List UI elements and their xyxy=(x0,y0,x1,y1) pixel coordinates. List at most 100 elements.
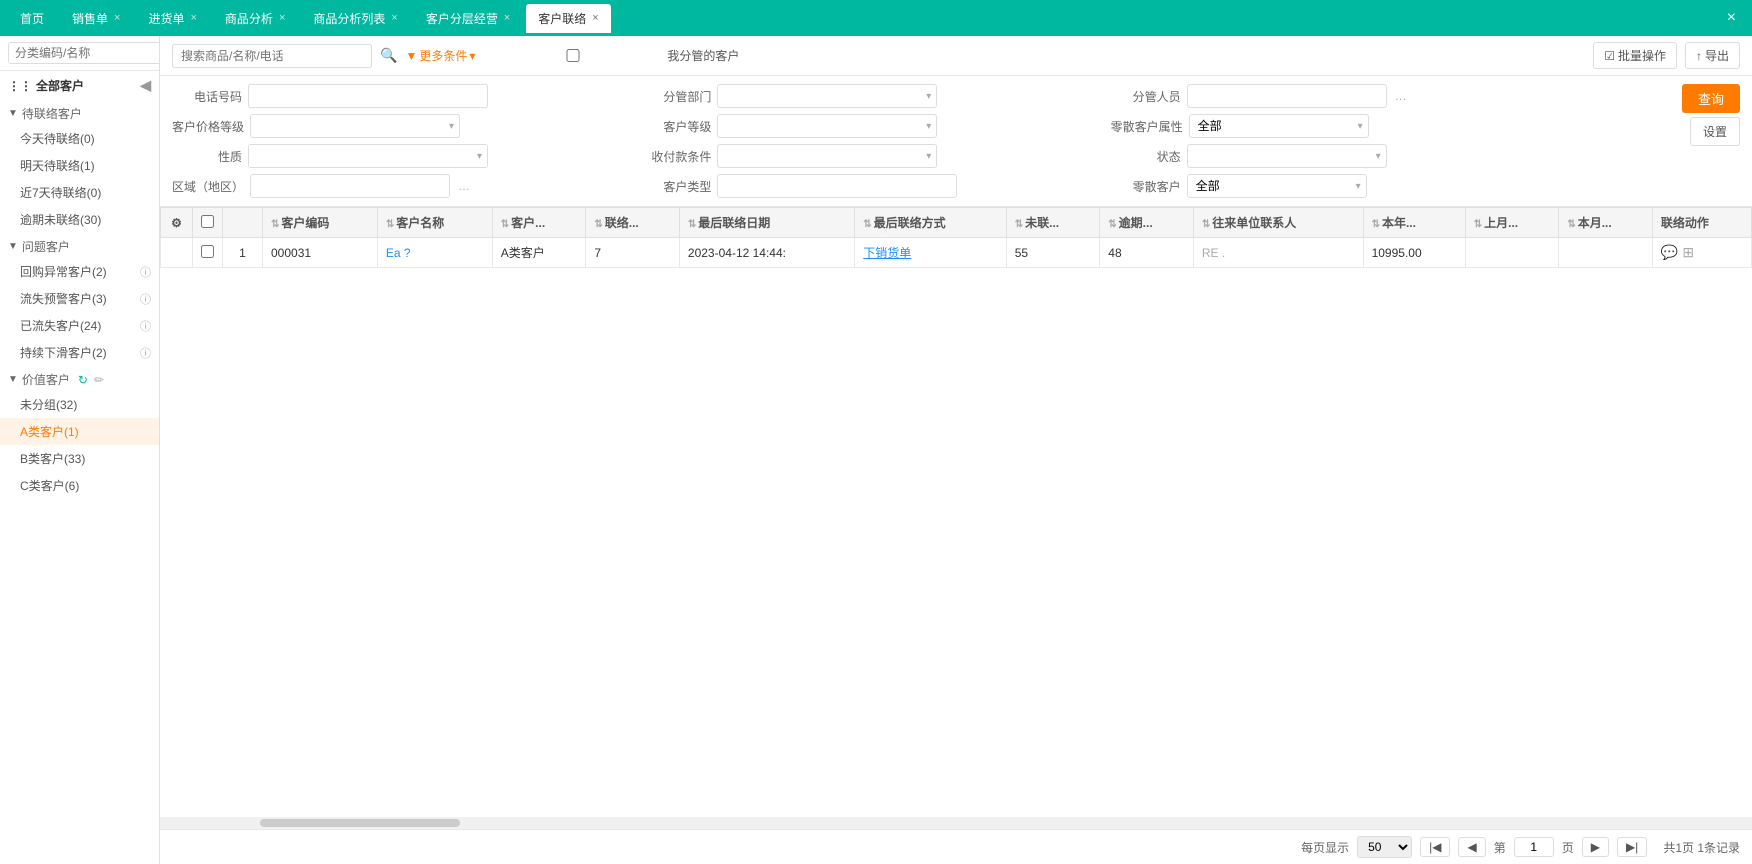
retail-customer-select[interactable]: 全部 xyxy=(1187,174,1367,198)
th-last-month[interactable]: 上月... xyxy=(1465,208,1559,238)
th-gear[interactable]: ⚙ xyxy=(161,208,193,238)
th-last-contact-date[interactable]: 最后联络日期 xyxy=(679,208,854,238)
retail-attr-select[interactable]: 全部 xyxy=(1189,114,1369,138)
sidebar-item-tomorrow[interactable]: 明天待联络(1) xyxy=(0,152,159,179)
manager-label: 分管人员 xyxy=(1111,88,1181,105)
scrollbar-thumb[interactable] xyxy=(260,819,460,827)
th-num xyxy=(223,208,263,238)
batch-op-btn[interactable]: ☑ 批量操作 xyxy=(1593,42,1677,69)
status-select[interactable] xyxy=(1187,144,1387,168)
region-input[interactable] xyxy=(250,174,450,198)
refresh-icon[interactable]: ↻ xyxy=(78,373,88,387)
phone-input[interactable] xyxy=(248,84,488,108)
region-label: 区域（地区） xyxy=(172,178,244,195)
nav-close-purchase[interactable]: × xyxy=(190,12,196,24)
nav-purchase-order[interactable]: 进货单 × xyxy=(136,4,208,33)
row-customer-name[interactable]: Ea ? xyxy=(377,238,492,268)
more-filters-btn[interactable]: ▼ 更多条件 ▾ xyxy=(405,47,475,64)
filter-icon: ▼ xyxy=(405,49,417,63)
manager-dots-icon[interactable]: … xyxy=(1395,89,1407,103)
sidebar-item-declining[interactable]: 持续下滑客户(2) ⓘ xyxy=(0,339,159,366)
edit-icon[interactable]: ✏ xyxy=(94,373,104,387)
dept-select[interactable] xyxy=(717,84,937,108)
manager-input[interactable] xyxy=(1187,84,1387,108)
th-customer-code[interactable]: 客户编码 xyxy=(263,208,378,238)
page-input[interactable] xyxy=(1514,837,1554,857)
batch-icon: ☑ xyxy=(1604,49,1615,63)
sidebar-item-abnormal[interactable]: 回购异常客户(2) ⓘ xyxy=(0,258,159,285)
th-customer-name[interactable]: 客户名称 xyxy=(377,208,492,238)
contact-method-link[interactable]: 下销货单 xyxy=(863,246,911,260)
nav-close-product-list[interactable]: × xyxy=(391,12,397,24)
settings-btn[interactable]: 设置 xyxy=(1690,117,1740,146)
nav-close-product-analysis[interactable]: × xyxy=(279,12,285,24)
my-customers-check[interactable] xyxy=(483,49,663,62)
nav-close-segment[interactable]: × xyxy=(504,12,510,24)
row-checkbox xyxy=(193,238,223,268)
query-btn[interactable]: 查询 xyxy=(1682,84,1740,113)
th-contact[interactable]: 联络... xyxy=(586,208,680,238)
group-problem-customers[interactable]: ▼ 问题客户 xyxy=(0,233,159,258)
nav-product-analysis[interactable]: 商品分析 × xyxy=(213,4,297,33)
th-overdue[interactable]: 逾期... xyxy=(1100,208,1194,238)
customer-type-input[interactable] xyxy=(717,174,957,198)
page-label: 第 xyxy=(1494,839,1506,856)
select-all-checkbox[interactable] xyxy=(201,215,214,228)
filter-search-icon[interactable]: 🔍 xyxy=(380,47,397,64)
customer-level-select[interactable] xyxy=(717,114,937,138)
my-customers-checkbox[interactable]: 我分管的客户 xyxy=(483,47,739,64)
nav-home[interactable]: 首页 xyxy=(8,4,56,33)
table-footer: 每页显示 50 100 200 |◀ ◀ 第 页 ▶ ▶| 共1页 1条记录 xyxy=(160,829,1752,864)
th-visit-contact[interactable]: 往来单位联系人 xyxy=(1193,208,1363,238)
payment-select[interactable] xyxy=(717,144,937,168)
row-last-contact-method[interactable]: 下销货单 xyxy=(855,238,1006,268)
content-area: 🔍 ▼ 更多条件 ▾ 我分管的客户 ☑ 批量操作 ↑ 导出 xyxy=(160,36,1752,864)
sidebar-item-class-a[interactable]: A类客户(1) xyxy=(0,418,159,445)
grid-action-btn[interactable]: ⊞ xyxy=(1682,244,1694,261)
th-this-month[interactable]: 本月... xyxy=(1559,208,1653,238)
horizontal-scrollbar[interactable] xyxy=(160,817,1752,829)
group-pending-contact[interactable]: ▼ 待联络客户 xyxy=(0,100,159,125)
info-icon-2: ⓘ xyxy=(140,291,151,307)
actions-section: 查询 设置 xyxy=(1592,76,1752,154)
price-level-select[interactable] xyxy=(250,114,460,138)
sidebar-item-class-b[interactable]: B类客户(33) xyxy=(0,445,159,472)
filter-row-2: 客户价格等级 ▾ 客户等级 xyxy=(172,114,1580,138)
nav-customer-contact[interactable]: 客户联络 × xyxy=(526,4,610,33)
all-customers-header[interactable]: ⋮⋮ 全部客户 ◀ xyxy=(0,71,159,100)
sidebar-item-7days[interactable]: 近7天待联络(0) xyxy=(0,179,159,206)
customer-type-label: 客户类型 xyxy=(641,178,711,195)
next-page-btn[interactable]: ▶ xyxy=(1582,837,1609,857)
sidebar-item-class-c[interactable]: C类客户(6) xyxy=(0,472,159,499)
sidebar-item-today[interactable]: 今天待联络(0) xyxy=(0,125,159,152)
sidebar-item-churn-warning[interactable]: 流失预警客户(3) ⓘ xyxy=(0,285,159,312)
nature-select[interactable] xyxy=(248,144,488,168)
price-level-label: 客户价格等级 xyxy=(172,118,244,135)
th-last-contact-method[interactable]: 最后联络方式 xyxy=(855,208,1006,238)
nav-product-analysis-list[interactable]: 商品分析列表 × xyxy=(301,4,409,33)
th-customer-type[interactable]: 客户... xyxy=(492,208,586,238)
main-layout: 🔍 ⋮⋮ 全部客户 ◀ ▼ 待联络客户 今天待联络(0) 明天待联络(1) 近7… xyxy=(0,36,1752,864)
export-btn[interactable]: ↑ 导出 xyxy=(1685,42,1740,69)
sidebar-item-churned[interactable]: 已流失客户(24) ⓘ xyxy=(0,312,159,339)
nav-sales-order[interactable]: 销售单 × xyxy=(60,4,132,33)
collapse-icon[interactable]: ◀ xyxy=(140,77,151,94)
th-no-contact[interactable]: 未联... xyxy=(1006,208,1100,238)
chat-action-btn[interactable]: 💬 xyxy=(1661,244,1678,261)
close-all-btn[interactable]: × xyxy=(1719,5,1744,31)
th-this-year[interactable]: 本年... xyxy=(1363,208,1465,238)
row-check[interactable] xyxy=(201,245,214,258)
region-dots-icon[interactable]: … xyxy=(458,179,470,193)
sidebar-item-ungrouped[interactable]: 未分组(32) xyxy=(0,391,159,418)
nav-close-sales[interactable]: × xyxy=(114,12,120,24)
search-input[interactable] xyxy=(172,44,372,68)
prev-page-btn[interactable]: ◀ xyxy=(1458,837,1485,857)
nav-customer-segment[interactable]: 客户分层经营 × xyxy=(414,4,522,33)
nav-close-contact[interactable]: × xyxy=(592,12,598,24)
sidebar-item-overdue[interactable]: 逾期未联络(30) xyxy=(0,206,159,233)
sidebar-search-input[interactable] xyxy=(8,42,160,64)
first-page-btn[interactable]: |◀ xyxy=(1420,837,1450,857)
per-page-select[interactable]: 50 100 200 xyxy=(1357,836,1412,858)
group-value-customers[interactable]: ▼ 价值客户 ↻ ✏ xyxy=(0,366,159,391)
last-page-btn[interactable]: ▶| xyxy=(1617,837,1647,857)
